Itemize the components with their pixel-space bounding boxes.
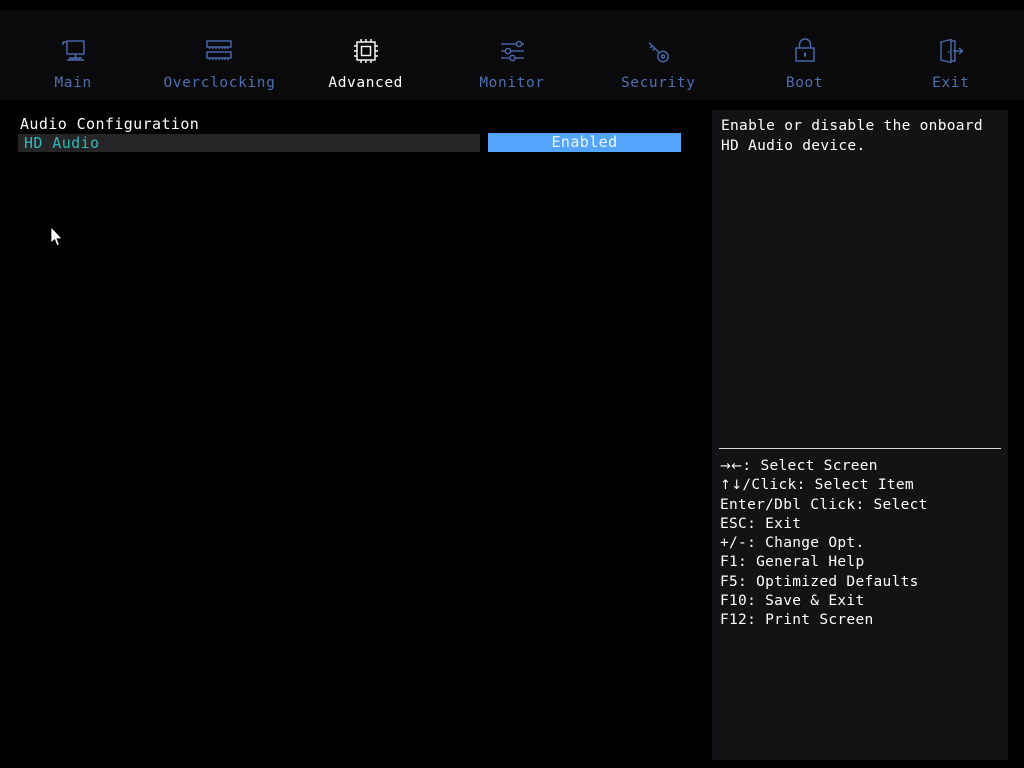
key-legend-text: F10: Save & Exit [720, 593, 865, 610]
tab-label-main: Main [54, 75, 92, 91]
key-legend-text: F1: General Help [720, 554, 865, 571]
key-legend-item: ESC: Exit [720, 515, 1006, 534]
bios-setup-screen: Main Overclocking Advanced Monitor Secur… [0, 0, 1024, 768]
key-legend-text: ESC: Exit [720, 515, 802, 532]
arrow-up-down-icon: ↑↓ [720, 478, 743, 494]
key-legend-text: F5: Optimized Defaults [720, 573, 919, 590]
section-title: Audio Configuration [20, 115, 200, 133]
key-legend-text: /Click: Select Item [742, 477, 914, 494]
cpu-chip-icon [349, 34, 383, 68]
setting-label-hd-audio: HD Audio [24, 134, 100, 152]
key-legend-item: F5: Optimized Defaults [720, 573, 1006, 592]
tab-label-advanced: Advanced [328, 75, 404, 91]
setting-value-text: Enabled [551, 133, 618, 151]
monitor-icon [56, 34, 90, 68]
tab-exit[interactable]: Exit [878, 10, 1024, 100]
help-description: Enable or disable the onboard HD Audio d… [721, 118, 992, 154]
tab-label-exit: Exit [932, 75, 970, 91]
key-legend-text: Enter/Dbl Click: Select [720, 496, 928, 513]
tab-security[interactable]: Security [585, 10, 731, 100]
tab-label-monitor: Monitor [479, 75, 545, 91]
key-legend-item: F12: Print Screen [720, 611, 1006, 630]
top-tab-bar: Main Overclocking Advanced Monitor Secur… [0, 10, 1024, 100]
key-legend-item: Enter/Dbl Click: Select [720, 496, 1006, 515]
key-legend-item: F1: General Help [720, 553, 1006, 572]
key-legend-item: F10: Save & Exit [720, 592, 1006, 611]
key-legend-item: +/-: Change Opt. [720, 534, 1006, 553]
tab-main[interactable]: Main [0, 10, 146, 100]
tab-label-boot: Boot [785, 75, 824, 91]
arrow-left-right-icon: →← [720, 459, 743, 474]
setting-value-hd-audio[interactable]: Enabled [488, 133, 681, 152]
key-icon [641, 34, 675, 68]
key-legend-text: : Select Screen [742, 458, 878, 474]
tab-advanced[interactable]: Advanced [293, 10, 439, 100]
help-pane: Enable or disable the onboard HD Audio d… [712, 110, 1008, 760]
tab-label-security: Security [620, 75, 696, 91]
tab-monitor[interactable]: Monitor [439, 10, 585, 100]
help-divider [719, 448, 1001, 449]
key-legend-text: +/-: Change Opt. [720, 535, 865, 552]
key-legend-item: ↑↓/Click: Select Item [720, 476, 1006, 495]
tab-boot[interactable]: Boot [731, 10, 877, 100]
settings-pane: Audio Configuration HD Audio Enabled [0, 100, 712, 768]
sliders-icon [495, 34, 529, 68]
padlock-icon [788, 34, 822, 68]
tab-overclocking[interactable]: Overclocking [146, 10, 292, 100]
memory-dimm-icon [202, 34, 236, 68]
key-legend-text: F12: Print Screen [720, 612, 874, 629]
setting-row-hd-audio[interactable]: HD Audio [18, 134, 480, 152]
key-legend-item: →←: Select Screen [720, 457, 1006, 476]
exit-door-icon [934, 34, 968, 68]
tab-label-overclocking: Overclocking [163, 75, 276, 91]
key-legend: →←: Select Screen ↑↓/Click: Select Item … [720, 457, 1006, 631]
